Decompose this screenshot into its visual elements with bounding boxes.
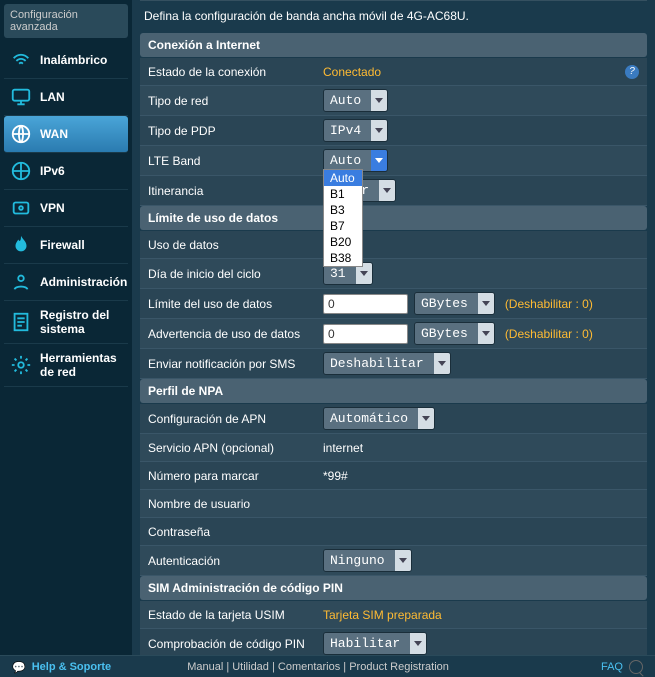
- select-warn-unit[interactable]: GBytes: [414, 322, 495, 345]
- label-pin-check: Comprobación de código PIN: [148, 637, 323, 651]
- sidebar-item-vpn[interactable]: VPN: [4, 190, 128, 227]
- sidebar-item-ipv6[interactable]: IPv6: [4, 153, 128, 190]
- label-pdp: Tipo de PDP: [148, 124, 323, 138]
- chevron-down-icon: [478, 323, 494, 344]
- label-dial: Número para marcar: [148, 469, 323, 483]
- sidebar-item-fire[interactable]: Firewall: [4, 227, 128, 264]
- select-sms[interactable]: Deshabilitar: [323, 352, 451, 375]
- chevron-down-icon: [478, 293, 494, 314]
- label-pass: Contraseña: [148, 525, 323, 539]
- select-limit-unit[interactable]: GBytes: [414, 292, 495, 315]
- sidebar-item-lan[interactable]: LAN: [4, 79, 128, 116]
- search-icon[interactable]: [629, 660, 643, 674]
- value-conn-status: Conectado: [323, 65, 381, 79]
- select-auth[interactable]: Ninguno: [323, 549, 412, 572]
- label-cycle: Día de inicio del ciclo: [148, 267, 323, 281]
- sidebar-item-label: Herramientas de red: [40, 351, 122, 379]
- lte-option[interactable]: B7: [324, 218, 362, 234]
- chevron-down-icon: [371, 120, 387, 141]
- label-auth: Autenticación: [148, 554, 323, 568]
- label-warn: Advertencia de uso de datos: [148, 327, 323, 341]
- ipv6-icon: [10, 160, 32, 182]
- page-description: Defina la configuración de banda ancha m…: [140, 0, 647, 33]
- label-apn-srv: Servicio APN (opcional): [148, 441, 323, 455]
- wan-icon: [10, 123, 32, 145]
- footer-links[interactable]: Manual | Utilidad | Comentarios | Produc…: [187, 661, 449, 673]
- chevron-down-icon: [434, 353, 450, 374]
- lan-icon: [10, 86, 32, 108]
- select-pdp[interactable]: IPv4: [323, 119, 388, 142]
- chevron-down-icon: [371, 90, 387, 111]
- select-net-type[interactable]: Auto: [323, 89, 388, 112]
- tools-icon: [10, 354, 32, 376]
- lte-option[interactable]: B3: [324, 202, 362, 218]
- hint-limit: (Deshabilitar : 0): [505, 297, 593, 311]
- section-connection: Conexión a Internet: [140, 33, 647, 57]
- label-lte-band: LTE Band: [148, 154, 323, 168]
- lte-option[interactable]: B20: [324, 234, 362, 250]
- admin-icon: [10, 271, 32, 293]
- label-net-type: Tipo de red: [148, 94, 323, 108]
- chevron-down-icon: [379, 180, 395, 201]
- sidebar-item-label: WAN: [40, 127, 68, 141]
- label-apn-cfg: Configuración de APN: [148, 412, 323, 426]
- input-warn[interactable]: [323, 324, 408, 344]
- sidebar-header: Configuración avanzada: [4, 4, 128, 38]
- faq-link[interactable]: FAQ: [601, 661, 623, 673]
- chevron-down-icon: [410, 633, 426, 654]
- log-icon: [10, 311, 32, 333]
- label-usim: Estado de la tarjeta USIM: [148, 608, 323, 622]
- sidebar-item-label: Administración: [40, 275, 127, 289]
- label-roaming: Itinerancia: [148, 184, 323, 198]
- label-user: Nombre de usuario: [148, 497, 323, 511]
- value-dial: *99#: [323, 469, 348, 483]
- sidebar-item-tools[interactable]: Herramientas de red: [4, 344, 128, 387]
- label-limit: Límite del uso de datos: [148, 297, 323, 311]
- bubble-icon: 💬: [12, 661, 26, 674]
- select-pin-check[interactable]: Habilitar: [323, 632, 427, 655]
- label-conn-status: Estado de la conexión: [148, 65, 323, 79]
- value-apn-srv: internet: [323, 441, 363, 455]
- lte-option[interactable]: B38: [324, 250, 362, 266]
- sidebar-item-label: Registro del sistema: [40, 308, 122, 336]
- wifi-icon: [10, 49, 32, 71]
- vpn-icon: [10, 197, 32, 219]
- sidebar-item-label: IPv6: [40, 164, 65, 178]
- sidebar-item-label: Firewall: [40, 238, 85, 252]
- sidebar-item-label: LAN: [40, 90, 65, 104]
- sidebar-item-label: VPN: [40, 201, 65, 215]
- value-usim: Tarjeta SIM preparada: [323, 608, 442, 622]
- chevron-down-icon: [395, 550, 411, 571]
- sidebar-item-wan[interactable]: WAN: [4, 116, 128, 153]
- sidebar-item-wifi[interactable]: Inalámbrico: [4, 42, 128, 79]
- chevron-down-icon: [418, 408, 434, 429]
- sidebar-item-log[interactable]: Registro del sistema: [4, 301, 128, 344]
- main-content: Defina la configuración de banda ancha m…: [132, 0, 655, 676]
- lte-band-dropdown[interactable]: AutoB1B3B7B20B38: [323, 169, 363, 267]
- sidebar-item-label: Inalámbrico: [40, 53, 107, 67]
- label-usage: Uso de datos: [148, 238, 323, 252]
- section-npa: Perfil de NPA: [140, 379, 647, 403]
- chevron-down-icon: [371, 150, 387, 171]
- help-icon[interactable]: ?: [625, 65, 639, 79]
- section-limit: Límite de uso de datos: [140, 206, 647, 230]
- help-support-link[interactable]: Help & Soporte: [32, 661, 111, 673]
- select-apn-cfg[interactable]: Automático: [323, 407, 435, 430]
- hint-warn: (Deshabilitar : 0): [505, 327, 593, 341]
- lte-option[interactable]: Auto: [324, 170, 362, 186]
- section-sim: SIM Administración de código PIN: [140, 576, 647, 600]
- lte-option[interactable]: B1: [324, 186, 362, 202]
- input-limit[interactable]: [323, 294, 408, 314]
- footer: 💬 Help & Soporte Manual | Utilidad | Com…: [0, 655, 655, 676]
- label-sms: Enviar notificación por SMS: [148, 357, 323, 371]
- fire-icon: [10, 234, 32, 256]
- sidebar-item-admin[interactable]: Administración: [4, 264, 128, 301]
- sidebar: Configuración avanzada Inalámbrico LAN WAN…: [0, 0, 132, 676]
